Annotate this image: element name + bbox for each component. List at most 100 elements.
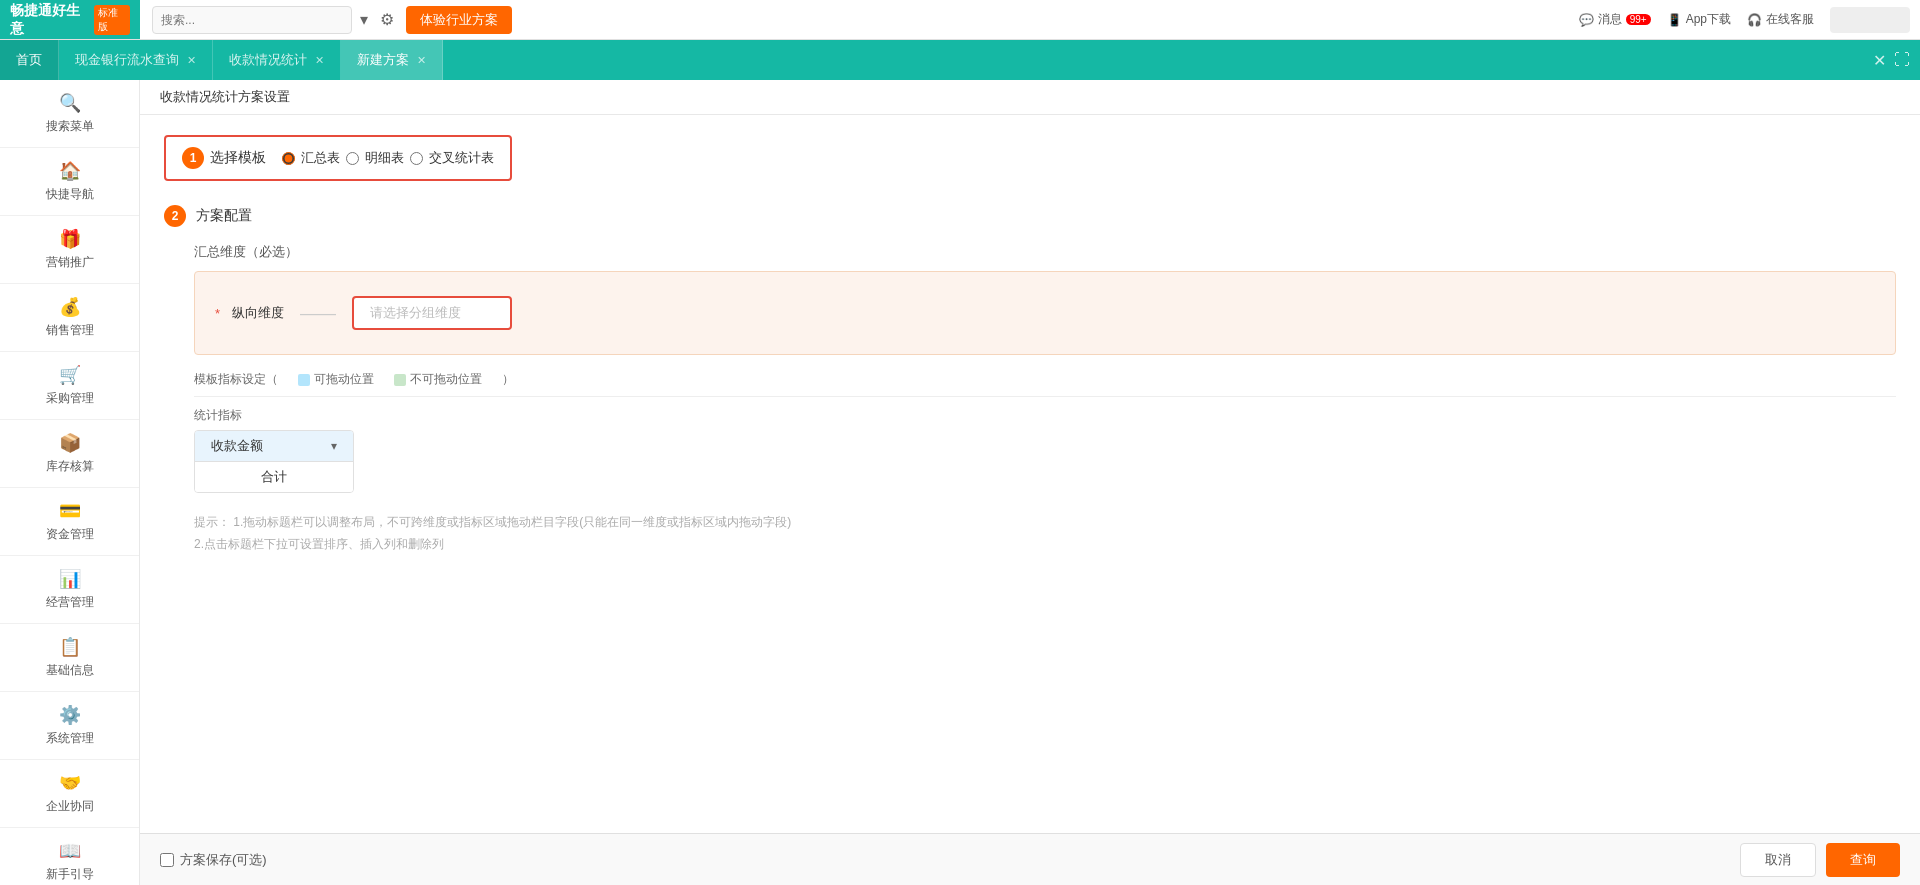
sidebar-item-finance[interactable]: 💳 资金管理 [0, 488, 139, 556]
sidebar-label-marketing: 营销推广 [46, 254, 94, 271]
step1-badge: 1 [182, 147, 204, 169]
sidebar-item-management[interactable]: 📊 经营管理 [0, 556, 139, 624]
radio-detail-table[interactable]: 明细表 [346, 149, 404, 167]
sales-icon: 💰 [59, 296, 81, 318]
sidebar-label-system: 系统管理 [46, 730, 94, 747]
bottom-buttons: 取消 查询 [1740, 843, 1900, 877]
search-dropdown-button[interactable]: ▾ [360, 10, 368, 29]
sidebar-label-purchase: 采购管理 [46, 390, 94, 407]
tips-section: 提示： 1.拖动标题栏可以调整布局，不可跨维度或指标区域拖动栏目字段(只能在同一… [194, 512, 1896, 555]
tab-maximize-icon[interactable]: ⛶ [1894, 51, 1910, 69]
tab-cash-flow[interactable]: 现金银行流水查询 ✕ [59, 40, 213, 80]
message-button[interactable]: 💬 消息 99+ [1579, 11, 1651, 28]
sidebar-label-management: 经营管理 [46, 594, 94, 611]
metrics-dropdown-arrow[interactable]: ▾ [331, 439, 337, 453]
search-icon: 🔍 [59, 92, 81, 114]
app-download-label: App下载 [1686, 11, 1731, 28]
sidebar-item-basic-info[interactable]: 📋 基础信息 [0, 624, 139, 692]
sidebar-label-enterprise-collab: 企业协同 [46, 798, 94, 815]
arrow-separator: —— [300, 303, 336, 324]
metrics-section: 模板指标设定（ 可拖动位置 不可拖动位置 ） 统计指标 [194, 371, 1896, 496]
tab-cash-flow-close[interactable]: ✕ [187, 54, 196, 67]
section2: 2 方案配置 汇总维度（必选） * 纵向维度 —— 请选择分组维度 [164, 205, 1896, 555]
legend-draggable-label: 可拖动位置 [314, 371, 374, 388]
online-support-button[interactable]: 🎧 在线客服 [1747, 11, 1814, 28]
page-title: 收款情况统计方案设置 [160, 89, 290, 104]
sidebar-item-system[interactable]: ⚙️ 系统管理 [0, 692, 139, 760]
management-icon: 📊 [59, 568, 81, 590]
sidebar-item-search[interactable]: 🔍 搜索菜单 [0, 80, 139, 148]
legend-draggable: 可拖动位置 [298, 371, 374, 388]
section1-title: 选择模板 [210, 149, 266, 167]
system-icon: ⚙️ [59, 704, 81, 726]
section1: 1 选择模板 汇总表 明细表 交叉统计表 [164, 135, 1896, 201]
radio-detail-input[interactable] [346, 152, 359, 165]
sidebar-label-sales: 销售管理 [46, 322, 94, 339]
settings-gear-button[interactable]: ⚙ [376, 6, 398, 33]
search-input[interactable] [152, 6, 352, 34]
save-checkbox[interactable] [160, 853, 174, 867]
tab-receipt-stats-close[interactable]: ✕ [315, 54, 324, 67]
vertical-dim-label: 纵向维度 [232, 304, 284, 322]
radio-cross-table[interactable]: 交叉统计表 [410, 149, 494, 167]
sidebar-item-purchase[interactable]: 🛒 采购管理 [0, 352, 139, 420]
sidebar-item-marketing[interactable]: 🎁 营销推广 [0, 216, 139, 284]
sidebar-item-sales[interactable]: 💰 销售管理 [0, 284, 139, 352]
legend-fixed-label: 不可拖动位置 [410, 371, 482, 388]
tab-receipt-stats-label: 收款情况统计 [229, 51, 307, 69]
tab-receipt-stats[interactable]: 收款情况统计 ✕ [213, 40, 341, 80]
message-icon: 💬 [1579, 13, 1594, 27]
template-radio-group: 1 选择模板 汇总表 明细表 交叉统计表 [164, 135, 512, 181]
basic-info-icon: 📋 [59, 636, 81, 658]
dimension-row: * 纵向维度 —— 请选择分组维度 [215, 296, 1875, 330]
section2-title: 方案配置 [196, 207, 252, 225]
metrics-column-header: 收款金额 [211, 437, 263, 455]
radio-summary-table[interactable]: 汇总表 [282, 149, 340, 167]
app-download-button[interactable]: 📱 App下载 [1667, 11, 1731, 28]
step2-badge: 2 [164, 205, 186, 227]
tab-cash-flow-label: 现金银行流水查询 [75, 51, 179, 69]
user-avatar[interactable] [1830, 7, 1910, 33]
save-label: 方案保存(可选) [180, 851, 267, 869]
legend-draggable-dot [298, 374, 310, 386]
trial-industry-button[interactable]: 体验行业方案 [406, 6, 512, 34]
sidebar-item-inventory[interactable]: 📦 库存核算 [0, 420, 139, 488]
cancel-button[interactable]: 取消 [1740, 843, 1816, 877]
logo: 畅捷通好生意 标准版 [0, 0, 140, 39]
radio-summary-label: 汇总表 [301, 149, 340, 167]
message-badge: 99+ [1626, 14, 1651, 25]
dimension-label: 汇总维度（必选） [194, 243, 1896, 261]
nav-tab-bar: 首页 现金银行流水查询 ✕ 收款情况统计 ✕ 新建方案 ✕ ✕ ⛶ [0, 40, 1920, 80]
legend-fixed-dot [394, 374, 406, 386]
tab-home-label: 首页 [16, 51, 42, 69]
logo-badge: 标准版 [94, 5, 130, 35]
logo-text: 畅捷通好生意 [10, 2, 90, 38]
tab-close-all-icon[interactable]: ✕ [1873, 51, 1886, 70]
dim-select-box[interactable]: 请选择分组维度 [352, 296, 512, 330]
tab-home[interactable]: 首页 [0, 40, 59, 80]
radio-detail-label: 明细表 [365, 149, 404, 167]
support-icon: 🎧 [1747, 13, 1762, 27]
radio-summary-input[interactable] [282, 152, 295, 165]
legend-fixed: 不可拖动位置 [394, 371, 482, 388]
tab-bar-actions: ✕ ⛶ [1873, 40, 1920, 80]
metrics-table-header[interactable]: 收款金额 ▾ [195, 431, 353, 462]
sidebar: 🔍 搜索菜单 🏠 快捷导航 🎁 营销推广 💰 销售管理 🛒 采购管理 📦 库存核… [0, 80, 140, 885]
sidebar-item-enterprise-collab[interactable]: 🤝 企业协同 [0, 760, 139, 828]
dimension-area: * 纵向维度 —— 请选择分组维度 [194, 271, 1896, 355]
page-header: 收款情况统计方案设置 [140, 80, 1920, 115]
query-button[interactable]: 查询 [1826, 843, 1900, 877]
sidebar-item-quicknav[interactable]: 🏠 快捷导航 [0, 148, 139, 216]
metrics-section-label: 统计指标 [194, 407, 354, 424]
finance-icon: 💳 [59, 500, 81, 522]
section1-header: 1 选择模板 汇总表 明细表 交叉统计表 [164, 135, 1896, 201]
tip-line1: 提示： 1.拖动标题栏可以调整布局，不可跨维度或指标区域拖动栏目字段(只能在同一… [194, 512, 1896, 534]
tab-new-plan-label: 新建方案 [357, 51, 409, 69]
collab-icon: 🤝 [59, 772, 81, 794]
home-icon: 🏠 [59, 160, 81, 182]
save-option: 方案保存(可选) [160, 851, 267, 869]
tab-new-plan[interactable]: 新建方案 ✕ [341, 40, 443, 80]
radio-cross-input[interactable] [410, 152, 423, 165]
sidebar-item-guide[interactable]: 📖 新手引导 [0, 828, 139, 885]
tab-new-plan-close[interactable]: ✕ [417, 54, 426, 67]
